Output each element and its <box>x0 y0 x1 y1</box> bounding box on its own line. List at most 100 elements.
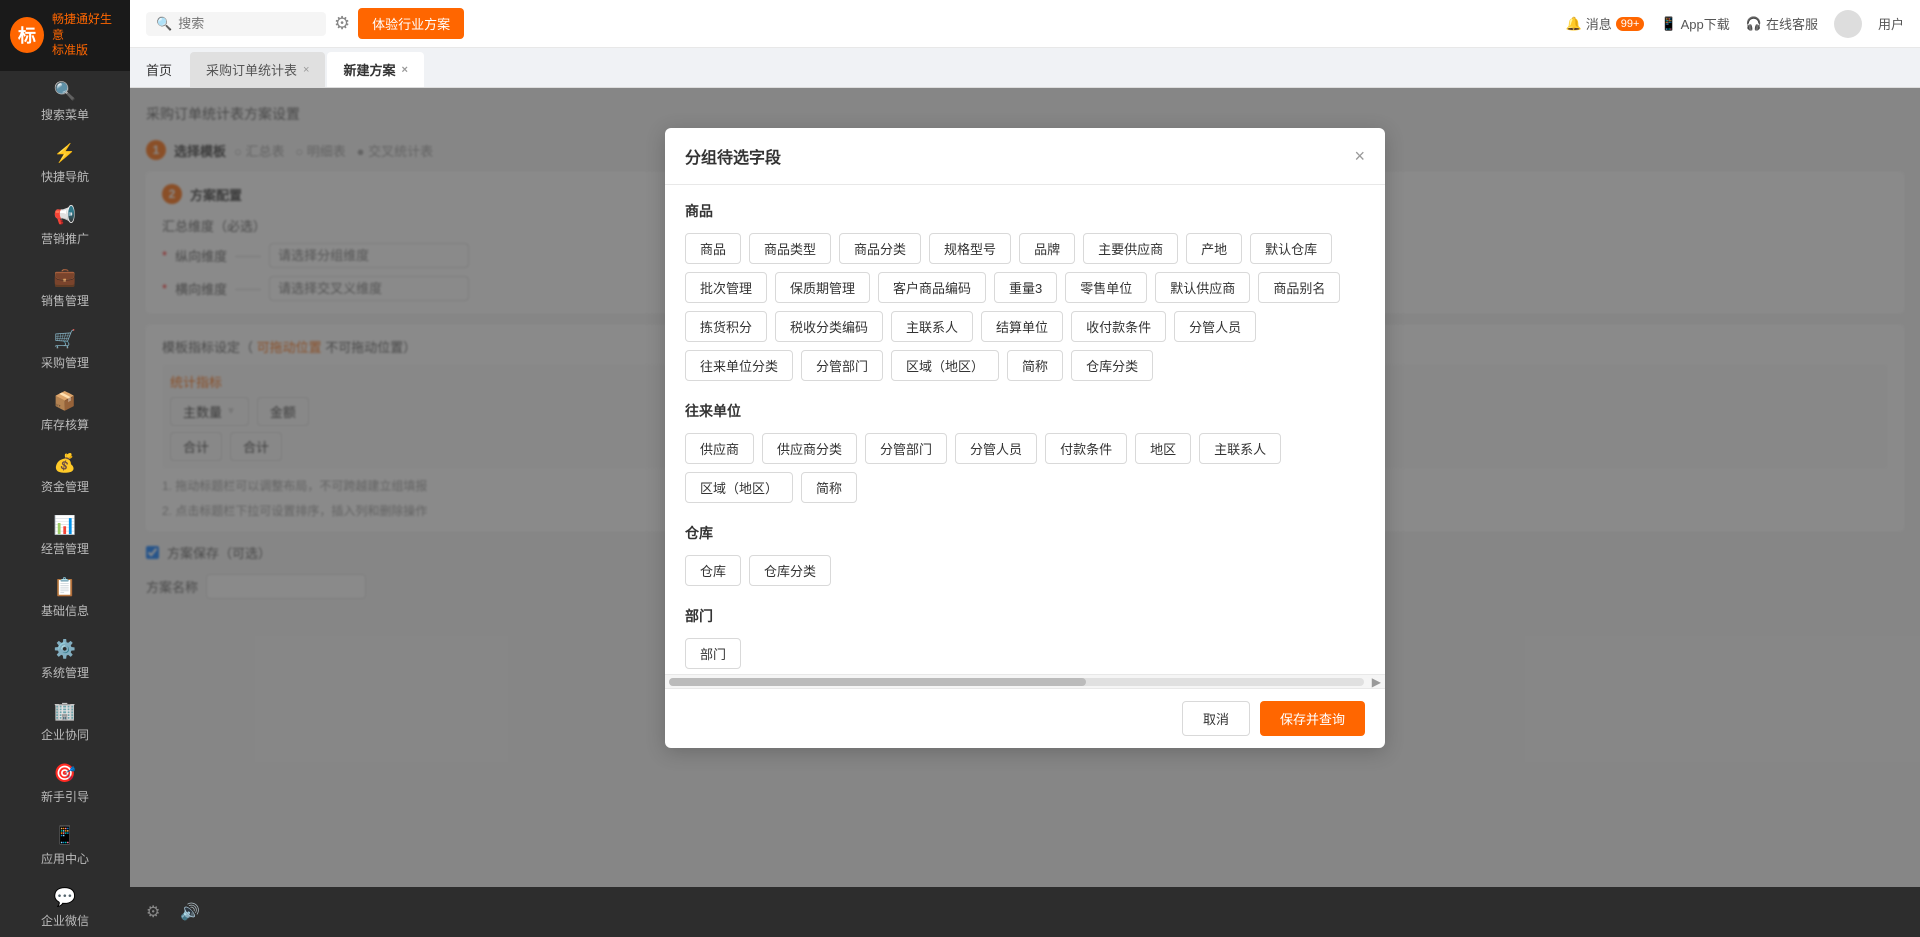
wechat-icon: 💬 <box>54 887 76 908</box>
modal-scroll-bottom[interactable]: ▶ <box>665 674 1385 688</box>
field-tag[interactable]: 保质期管理 <box>775 272 870 303</box>
field-tag[interactable]: 主联系人 <box>1199 433 1281 464</box>
audio-bottom-icon[interactable]: 🔊 <box>180 902 200 922</box>
sidebar-logo: 标 畅捷通好生意 标准版 <box>0 0 130 71</box>
topbar-search-box[interactable]: 🔍 <box>146 12 326 36</box>
experience-btn[interactable]: 体验行业方案 <box>358 8 464 39</box>
online-service-item[interactable]: 🎧 在线客服 <box>1746 14 1818 33</box>
sidebar-item-basic-info[interactable]: 📋基础信息 <box>0 567 130 629</box>
tab-new-plan-close[interactable]: × <box>401 64 407 76</box>
field-tag[interactable]: 主联系人 <box>891 311 973 342</box>
field-tag[interactable]: 规格型号 <box>929 233 1011 264</box>
field-tag[interactable]: 分管部门 <box>865 433 947 464</box>
sidebar-item-label-search: 搜索菜单 <box>41 106 89 123</box>
field-tag[interactable]: 税收分类编码 <box>775 311 883 342</box>
search-icon: 🔍 <box>156 16 172 32</box>
field-tag[interactable]: 分管人员 <box>1174 311 1256 342</box>
cancel-button[interactable]: 取消 <box>1182 701 1250 736</box>
modal-header: 分组待选字段 × <box>665 128 1385 185</box>
field-tag[interactable]: 供应商分类 <box>762 433 857 464</box>
field-tag[interactable]: 客户商品编码 <box>878 272 986 303</box>
inventory-icon: 📦 <box>54 391 76 412</box>
field-tag[interactable]: 商品类型 <box>749 233 831 264</box>
sidebar-item-search[interactable]: 🔍搜索菜单 <box>0 71 130 133</box>
sales-icon: 💼 <box>54 267 76 288</box>
warehouse-fields: 仓库 仓库分类 <box>685 555 1365 586</box>
field-tag[interactable]: 重量3 <box>994 272 1057 303</box>
app-center-icon: 📱 <box>54 825 76 846</box>
field-tag[interactable]: 批次管理 <box>685 272 767 303</box>
tab-home[interactable]: 首页 <box>130 52 188 87</box>
sidebar-item-label-operations: 经营管理 <box>41 540 89 557</box>
sidebar-item-system[interactable]: ⚙️系统管理 <box>0 629 130 691</box>
sidebar-item-sales[interactable]: 💼销售管理 <box>0 257 130 319</box>
marketing-icon: 📢 <box>54 205 76 226</box>
sidebar-item-enterprise[interactable]: 🏢企业协同 <box>0 691 130 753</box>
sidebar-item-label-system: 系统管理 <box>41 664 89 681</box>
field-group-department: 部门 部门 <box>685 606 1365 669</box>
field-tag[interactable]: 商品分类 <box>839 233 921 264</box>
sidebar-item-guide[interactable]: 🎯新手引导 <box>0 753 130 815</box>
field-tag[interactable]: 分管部门 <box>801 350 883 381</box>
field-tag[interactable]: 收付款条件 <box>1071 311 1166 342</box>
product-fields: 商品 商品类型 商品分类 规格型号 品牌 主要供应商 产地 默认仓库 批次管理 … <box>685 233 1365 381</box>
field-tag[interactable]: 区域（地区） <box>685 472 793 503</box>
topbar-right: 🔔 消息 99+ 📱 App下载 🎧 在线客服 用户 <box>1566 10 1904 38</box>
sidebar-item-finance[interactable]: 💰资金管理 <box>0 443 130 505</box>
user-name[interactable]: 用户 <box>1878 14 1904 33</box>
operations-icon: 📊 <box>54 515 76 536</box>
settings-icon[interactable]: ⚙ <box>334 13 350 34</box>
app-download-item[interactable]: 📱 App下载 <box>1660 14 1729 33</box>
tab-purchase-close[interactable]: × <box>303 64 309 76</box>
quick-nav-icon: ⚡ <box>54 143 76 164</box>
field-tag[interactable]: 商品 <box>685 233 741 264</box>
field-tag[interactable]: 产地 <box>1186 233 1242 264</box>
tab-new-plan[interactable]: 新建方案 × <box>327 52 423 87</box>
sidebar-item-purchase[interactable]: 🛒采购管理 <box>0 319 130 381</box>
notification-item[interactable]: 🔔 消息 99+ <box>1566 14 1645 33</box>
headset-icon: 🎧 <box>1746 16 1762 32</box>
settings-bottom-icon[interactable]: ⚙ <box>146 902 160 922</box>
sidebar-item-operations[interactable]: 📊 经营管理 <box>0 505 130 567</box>
field-tag[interactable]: 主要供应商 <box>1083 233 1178 264</box>
section-title-department: 部门 <box>685 606 1365 626</box>
tab-purchase-stat[interactable]: 采购订单统计表 × <box>190 52 325 87</box>
field-tag[interactable]: 简称 <box>801 472 857 503</box>
field-tag[interactable]: 仓库分类 <box>1071 350 1153 381</box>
field-group-product: 商品 商品 商品类型 商品分类 规格型号 品牌 主要供应商 产地 默认仓库 批次… <box>685 201 1365 381</box>
department-fields: 部门 <box>685 638 1365 669</box>
modal-close-btn[interactable]: × <box>1354 146 1365 167</box>
field-tag[interactable]: 拣货积分 <box>685 311 767 342</box>
field-tag[interactable]: 地区 <box>1135 433 1191 464</box>
sidebar-item-label-inventory: 库存核算 <box>41 416 89 433</box>
field-tag[interactable]: 部门 <box>685 638 741 669</box>
partner-fields: 供应商 供应商分类 分管部门 分管人员 付款条件 地区 主联系人 区域（地区） … <box>685 433 1365 503</box>
sidebar-item-label-quick-nav: 快捷导航 <box>41 168 89 185</box>
field-tag[interactable]: 区域（地区） <box>891 350 999 381</box>
sidebar-item-app-center[interactable]: 📱应用中心 <box>0 815 130 877</box>
field-tag[interactable]: 付款条件 <box>1045 433 1127 464</box>
field-tag[interactable]: 结算单位 <box>981 311 1063 342</box>
sidebar-nav: 🔍搜索菜单 ⚡ 快捷导航 📢营销推广💼销售管理🛒采购管理 📦 库存核算 💰资金管理 📊 经营管理… <box>0 71 130 937</box>
field-tag[interactable]: 分管人员 <box>955 433 1037 464</box>
sidebar-item-wechat[interactable]: 💬企业微信 <box>0 877 130 937</box>
field-tag[interactable]: 仓库分类 <box>749 555 831 586</box>
field-tag[interactable]: 品牌 <box>1019 233 1075 264</box>
notification-badge: 99+ <box>1616 17 1645 31</box>
field-tag[interactable]: 默认供应商 <box>1155 272 1250 303</box>
field-tag[interactable]: 商品别名 <box>1258 272 1340 303</box>
user-avatar[interactable] <box>1834 10 1862 38</box>
field-tag[interactable]: 往来单位分类 <box>685 350 793 381</box>
field-tag[interactable]: 默认仓库 <box>1250 233 1332 264</box>
field-tag[interactable]: 供应商 <box>685 433 754 464</box>
modal-body[interactable]: 商品 商品 商品类型 商品分类 规格型号 品牌 主要供应商 产地 默认仓库 批次… <box>665 185 1385 674</box>
sidebar-item-label-enterprise: 企业协同 <box>41 726 89 743</box>
confirm-button[interactable]: 保存并查询 <box>1260 701 1365 736</box>
field-tag[interactable]: 仓库 <box>685 555 741 586</box>
sidebar-item-marketing[interactable]: 📢营销推广 <box>0 195 130 257</box>
sidebar-item-quick-nav[interactable]: ⚡ 快捷导航 <box>0 133 130 195</box>
field-tag[interactable]: 简称 <box>1007 350 1063 381</box>
search-input[interactable] <box>178 16 298 31</box>
sidebar-item-inventory[interactable]: 📦 库存核算 <box>0 381 130 443</box>
field-tag[interactable]: 零售单位 <box>1065 272 1147 303</box>
